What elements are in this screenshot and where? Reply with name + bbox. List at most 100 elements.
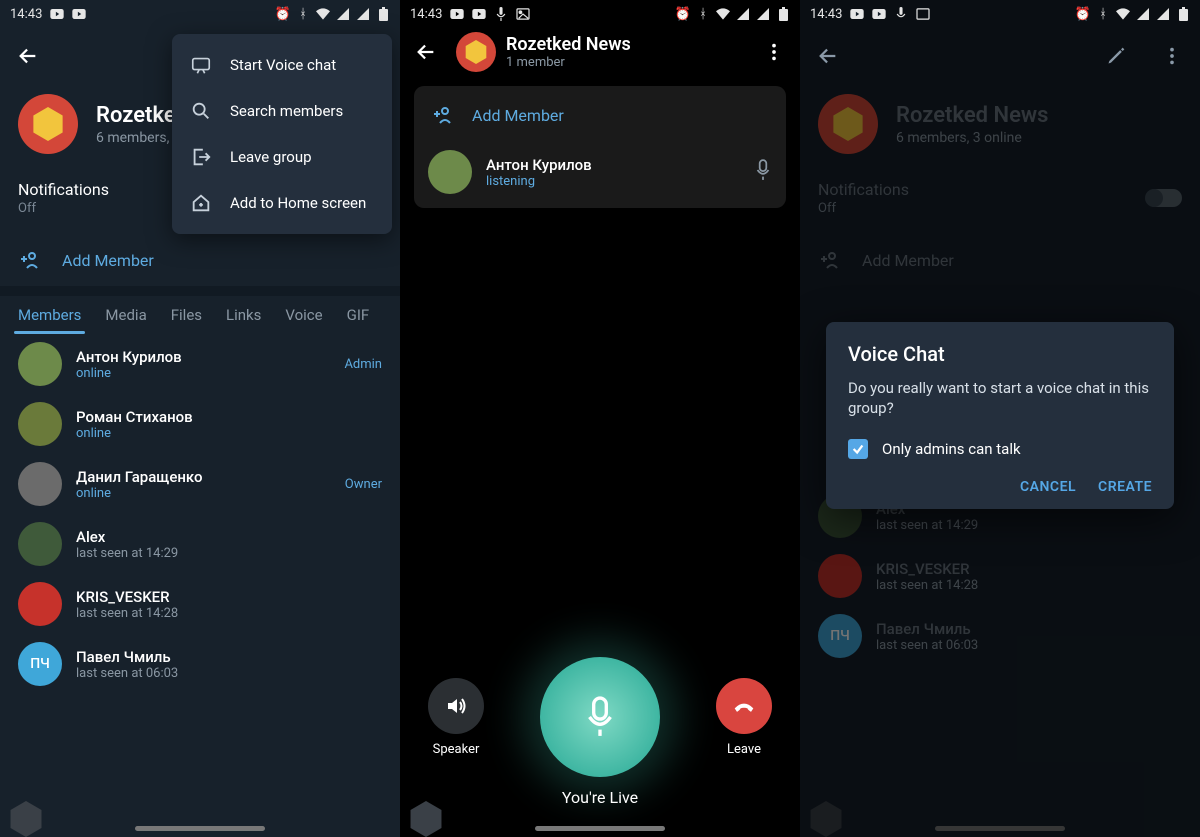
signal-icon	[736, 7, 750, 21]
member-status: last seen at 06:03	[876, 638, 978, 653]
member-row[interactable]: KRIS_VESKER last seen at 14:28	[0, 574, 400, 634]
more-button[interactable]	[1152, 36, 1192, 76]
group-avatar[interactable]	[456, 32, 496, 72]
member-row[interactable]: ПЧ Павел Чмиль last seen at 06:03	[800, 606, 1200, 666]
nav-handle[interactable]	[935, 826, 1065, 831]
voice-chat-subtitle: 1 member	[506, 55, 631, 70]
member-row[interactable]: Антон Курилов online Admin	[0, 334, 400, 394]
menu-item-label: Leave group	[230, 148, 312, 166]
create-button[interactable]: CREATE	[1098, 479, 1152, 495]
leave-button[interactable]	[716, 678, 772, 734]
member-name: Данил Гаращенко	[76, 468, 202, 486]
alarm-icon: ⏰	[276, 7, 290, 21]
nav-hex-icon	[808, 801, 844, 837]
add-member-row[interactable]: Add Member	[414, 90, 786, 140]
member-name: Павел Чмиль	[76, 648, 178, 666]
tab-links[interactable]: Links	[226, 306, 261, 334]
cancel-button[interactable]: CANCEL	[1020, 479, 1076, 495]
avatar	[428, 150, 472, 194]
nav-handle[interactable]	[135, 826, 265, 831]
member-status: last seen at 06:03	[76, 666, 178, 681]
member-status: online	[76, 486, 202, 501]
menu-start-voice-chat[interactable]: Start Voice chat	[172, 42, 392, 88]
mic-toggle-button[interactable]	[540, 657, 660, 777]
checkbox-icon	[848, 439, 868, 459]
notifications-value: Off	[818, 201, 909, 216]
mic-icon	[754, 159, 772, 185]
image-icon	[516, 7, 530, 21]
dialog-actions: CANCEL CREATE	[848, 479, 1152, 495]
member-status: online	[76, 366, 182, 381]
avatar	[18, 402, 62, 446]
youtube-icon	[850, 7, 864, 21]
wifi-icon	[716, 7, 730, 21]
notifications-toggle[interactable]	[1146, 189, 1182, 207]
participant-name: Антон Курилов	[486, 156, 592, 174]
member-role: Admin	[344, 357, 382, 372]
only-admins-checkbox[interactable]: Only admins can talk	[848, 439, 1152, 459]
group-avatar[interactable]	[18, 94, 78, 154]
home-icon	[190, 192, 212, 214]
menu-item-label: Add to Home screen	[230, 194, 366, 212]
avatar	[18, 582, 62, 626]
phone-screen-2: 14:43 ⏰ ᚼ Rozetked News 1 member	[400, 0, 800, 837]
member-row[interactable]: Роман Стиханов online	[0, 394, 400, 454]
avatar	[818, 554, 862, 598]
speaker-label: Speaker	[433, 742, 480, 757]
live-status: You're Live	[400, 788, 800, 807]
alarm-icon: ⏰	[1076, 7, 1090, 21]
tab-members[interactable]: Members	[18, 306, 81, 334]
member-row[interactable]: KRIS_VESKER last seen at 14:28	[800, 546, 1200, 606]
status-time: 14:43	[810, 7, 842, 22]
nav-hex-icon	[8, 801, 44, 837]
group-title: Rozetked News	[896, 103, 1049, 128]
speaker-button[interactable]	[428, 678, 484, 734]
add-member-row[interactable]: Add Member	[800, 234, 1200, 286]
edit-button[interactable]	[1096, 36, 1136, 76]
avatar	[18, 342, 62, 386]
tab-voice[interactable]: Voice	[285, 306, 322, 334]
menu-add-home[interactable]: Add to Home screen	[172, 180, 392, 226]
add-member-label: Add Member	[472, 106, 564, 125]
mic-icon	[894, 7, 908, 21]
participant-status: listening	[486, 174, 592, 189]
voice-chat-dialog: Voice Chat Do you really want to start a…	[826, 322, 1174, 509]
notifications-row[interactable]: Notifications Off	[800, 170, 1200, 234]
member-row[interactable]: Alex last seen at 14:29	[0, 514, 400, 574]
youtube-icon	[872, 7, 886, 21]
add-member-label: Add Member	[62, 251, 154, 270]
tab-media[interactable]: Media	[105, 306, 146, 334]
group-avatar[interactable]	[818, 94, 878, 154]
member-row[interactable]: ПЧ Павел Чмиль last seen at 06:03	[0, 634, 400, 694]
leave-control: Leave	[716, 678, 772, 757]
add-user-icon	[428, 100, 458, 130]
back-button[interactable]	[406, 32, 446, 72]
member-status: last seen at 14:28	[76, 606, 178, 621]
signal-icon	[1156, 7, 1170, 21]
tab-gif[interactable]: GIF	[347, 306, 370, 334]
youtube-icon	[50, 7, 64, 21]
menu-search-members[interactable]: Search members	[172, 88, 392, 134]
more-button[interactable]	[754, 32, 794, 72]
participants-card: Add Member Антон Курилов listening	[414, 86, 786, 208]
dropdown-menu: Start Voice chat Search members Leave gr…	[172, 34, 392, 234]
checkbox-label: Only admins can talk	[882, 440, 1021, 458]
menu-leave-group[interactable]: Leave group	[172, 134, 392, 180]
signal-icon	[756, 7, 770, 21]
avatar	[18, 462, 62, 506]
nav-handle[interactable]	[535, 826, 665, 831]
signal-icon	[1136, 7, 1150, 21]
add-user-icon	[18, 248, 42, 272]
participant-row[interactable]: Антон Курилов listening	[414, 140, 786, 204]
member-name: Антон Курилов	[76, 348, 182, 366]
member-name: Alex	[76, 528, 178, 546]
back-button[interactable]	[808, 36, 848, 76]
search-icon	[190, 100, 212, 122]
dialog-title: Voice Chat	[848, 342, 1152, 366]
youtube-icon	[472, 7, 486, 21]
status-time: 14:43	[410, 7, 442, 22]
tab-files[interactable]: Files	[171, 306, 202, 334]
add-member-row[interactable]: Add Member	[0, 234, 400, 296]
back-button[interactable]	[8, 36, 48, 76]
member-row[interactable]: Данил Гаращенко online Owner	[0, 454, 400, 514]
